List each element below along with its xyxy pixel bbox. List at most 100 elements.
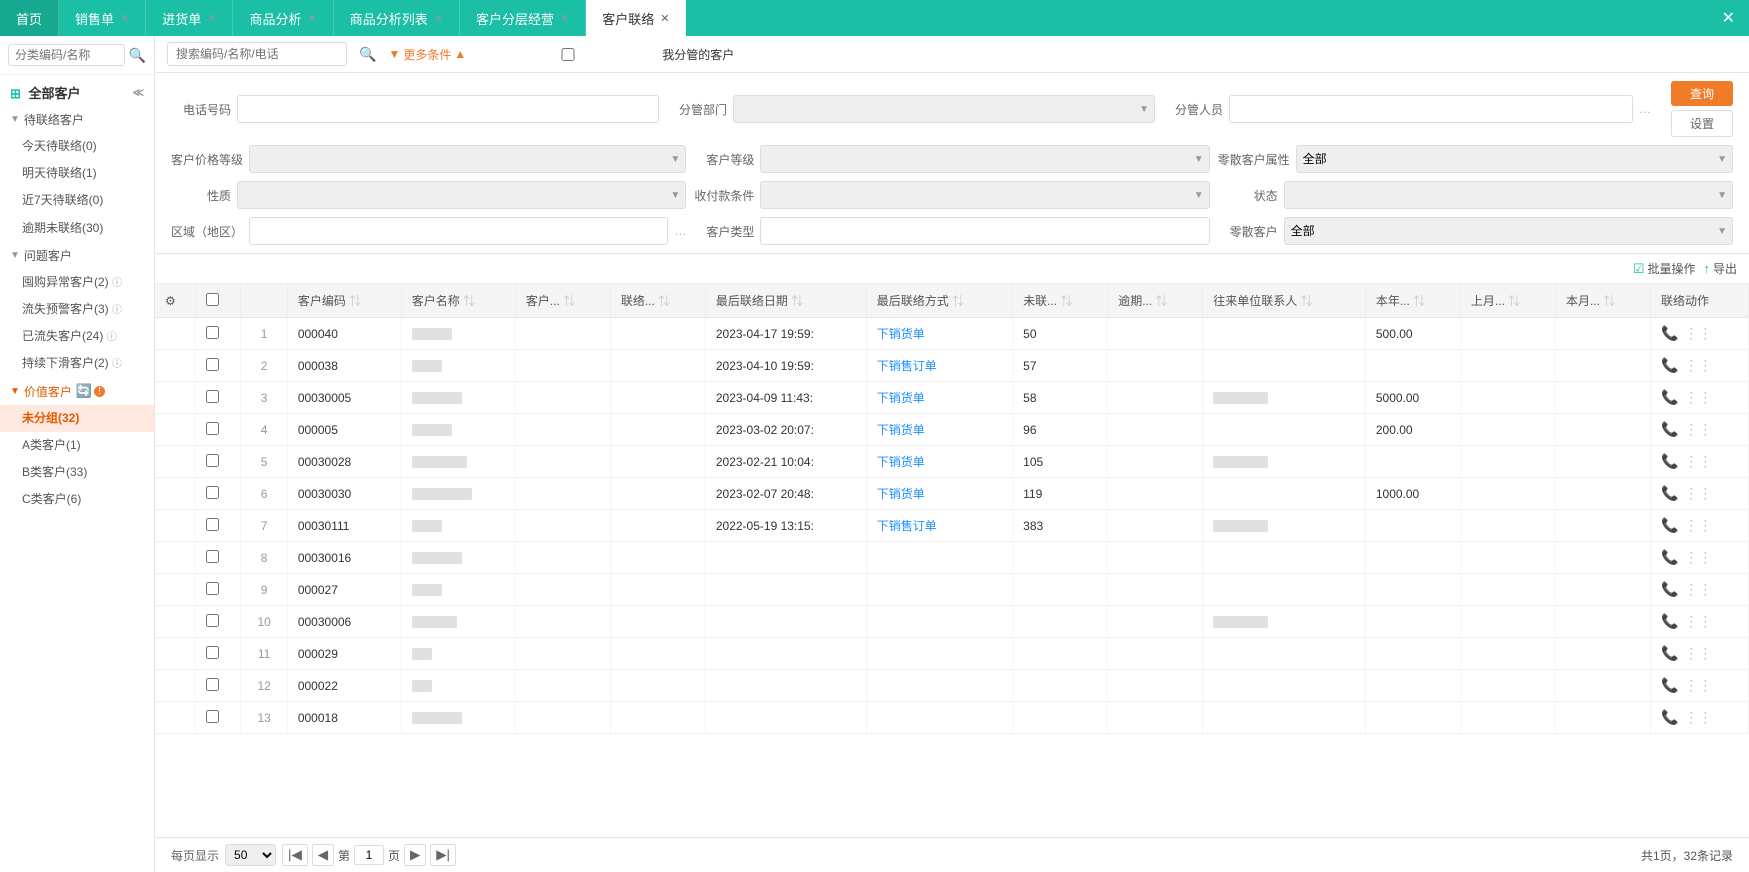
sidebar-group-pending[interactable]: ▼ 待联络客户: [0, 106, 154, 133]
close-customer-contact-icon[interactable]: ✕: [660, 12, 669, 25]
phone-icon[interactable]: 📞: [1661, 613, 1678, 630]
sidebar-item-hoard-abnormal[interactable]: 囤购异常客户(2) ⓘ: [0, 269, 154, 296]
row-checkbox[interactable]: [206, 358, 219, 371]
phone-icon[interactable]: 📞: [1661, 421, 1678, 438]
cell-last-contact-method[interactable]: 下销货单: [866, 318, 1012, 350]
row-checkbox[interactable]: [206, 390, 219, 403]
th-contact[interactable]: 联络... ⇅: [610, 284, 705, 318]
row-checkbox[interactable]: [206, 422, 219, 435]
filter-status-select[interactable]: [1284, 181, 1733, 209]
tab-home[interactable]: 首页: [0, 0, 59, 36]
filter-dept-select[interactable]: [733, 95, 1155, 123]
phone-icon[interactable]: 📞: [1661, 709, 1678, 726]
sidebar-item-churned[interactable]: 已流失客户(24) ⓘ: [0, 323, 154, 350]
tab-product-analysis[interactable]: 商品分析 ✕: [233, 0, 333, 36]
sidebar-item-tomorrow[interactable]: 明天待联络(1): [0, 160, 154, 187]
phone-icon[interactable]: 📞: [1661, 325, 1678, 342]
cell-last-contact-method[interactable]: 下销售订单: [866, 510, 1012, 542]
prev-page-btn[interactable]: ◀: [312, 844, 334, 866]
more-actions-icon[interactable]: ⋮⋮: [1684, 549, 1712, 566]
th-no-contact[interactable]: 未联... ⇅: [1013, 284, 1108, 318]
th-this-year[interactable]: 本年... ⇅: [1365, 284, 1460, 318]
sidebar-item-declining[interactable]: 持续下滑客户(2) ⓘ: [0, 350, 154, 377]
row-checkbox[interactable]: [206, 678, 219, 691]
batch-op-btn[interactable]: ☑ 批量操作: [1633, 260, 1696, 277]
sidebar-group-problem[interactable]: ▼ 问题客户: [0, 242, 154, 269]
row-checkbox[interactable]: [206, 326, 219, 339]
select-all-checkbox[interactable]: [206, 293, 219, 306]
all-customers-title[interactable]: ⊞ 全部客户 ≪: [0, 75, 154, 106]
filter-customer-type-input[interactable]: [760, 217, 1209, 245]
more-actions-icon[interactable]: ⋮⋮: [1684, 517, 1712, 534]
sidebar-group-value[interactable]: ▼ 价值客户 🔄 !: [0, 378, 154, 405]
tab-purchase[interactable]: 进货单 ✕: [146, 0, 233, 36]
tab-product-analysis-list[interactable]: 商品分析列表 ✕: [334, 0, 460, 36]
row-checkbox[interactable]: [206, 582, 219, 595]
phone-icon[interactable]: 📞: [1661, 677, 1678, 694]
more-actions-icon[interactable]: ⋮⋮: [1684, 325, 1712, 342]
close-purchase-icon[interactable]: ✕: [207, 12, 216, 25]
filter-nature-select[interactable]: [237, 181, 686, 209]
query-button[interactable]: 查询: [1671, 81, 1733, 106]
th-type[interactable]: 客户... ⇅: [515, 284, 610, 318]
th-name[interactable]: 客户名称 ⇅: [401, 284, 515, 318]
more-actions-icon[interactable]: ⋮⋮: [1684, 677, 1712, 694]
filter-retail-attr-select[interactable]: 全部: [1296, 145, 1733, 173]
more-icon[interactable]: …: [1639, 102, 1651, 116]
refresh-icon[interactable]: 🔄: [76, 383, 92, 399]
th-overdue[interactable]: 逾期... ⇅: [1108, 284, 1203, 318]
more-actions-icon[interactable]: ⋮⋮: [1684, 485, 1712, 502]
search-input[interactable]: [167, 42, 347, 66]
collapse-icon[interactable]: ≪: [132, 86, 144, 99]
first-page-btn[interactable]: |◀: [282, 844, 308, 866]
row-checkbox[interactable]: [206, 518, 219, 531]
phone-icon[interactable]: 📞: [1661, 645, 1678, 662]
per-page-select[interactable]: 50 100 200: [225, 844, 276, 866]
cell-last-contact-method[interactable]: 下销货单: [866, 446, 1012, 478]
cell-last-contact-method[interactable]: [866, 702, 1012, 734]
th-last-contact-date[interactable]: 最后联络日期 ⇅: [705, 284, 866, 318]
cell-last-contact-method[interactable]: 下销售订单: [866, 350, 1012, 382]
row-checkbox[interactable]: [206, 646, 219, 659]
cell-last-contact-method[interactable]: 下销货单: [866, 382, 1012, 414]
tab-customer-segment[interactable]: 客户分层经营 ✕: [460, 0, 586, 36]
filter-phone-input[interactable]: [237, 95, 659, 123]
th-settings[interactable]: ⚙: [155, 284, 195, 318]
sidebar-item-unclassified[interactable]: 未分组(32): [0, 405, 154, 432]
filter-person-input[interactable]: [1229, 95, 1633, 123]
filter-search-icon[interactable]: 🔍: [359, 46, 376, 63]
filter-customer-grade-select[interactable]: [760, 145, 1209, 173]
phone-icon[interactable]: 📞: [1661, 549, 1678, 566]
more-actions-icon[interactable]: ⋮⋮: [1684, 453, 1712, 470]
my-customers-checkbox[interactable]: [478, 48, 658, 61]
phone-icon[interactable]: 📞: [1661, 485, 1678, 502]
tab-sales[interactable]: 销售单 ✕: [59, 0, 146, 36]
close-sales-icon[interactable]: ✕: [120, 12, 129, 25]
cell-last-contact-method[interactable]: [866, 638, 1012, 670]
row-checkbox[interactable]: [206, 614, 219, 627]
row-checkbox[interactable]: [206, 486, 219, 499]
filter-retail-customer-select[interactable]: 全部: [1284, 217, 1733, 245]
more-conditions-btn[interactable]: ▼ 更多条件 ▲: [388, 46, 466, 63]
sidebar-item-churn-warning[interactable]: 流失预警客户(3) ⓘ: [0, 296, 154, 323]
cell-last-contact-method[interactable]: [866, 542, 1012, 574]
th-this-month[interactable]: 本月... ⇅: [1555, 284, 1650, 318]
close-product-analysis-list-icon[interactable]: ✕: [434, 12, 443, 25]
sidebar-search-icon[interactable]: 🔍: [129, 47, 146, 64]
sidebar-item-class-c[interactable]: C类客户(6): [0, 486, 154, 513]
more-icon-2[interactable]: …: [674, 224, 686, 238]
filter-region-input[interactable]: [249, 217, 668, 245]
more-actions-icon[interactable]: ⋮⋮: [1684, 709, 1712, 726]
next-page-btn[interactable]: ▶: [404, 844, 426, 866]
th-code[interactable]: 客户编码 ⇅: [287, 284, 401, 318]
cell-last-contact-method[interactable]: 下销货单: [866, 414, 1012, 446]
reset-button[interactable]: 设置: [1671, 110, 1733, 137]
sidebar-item-class-b[interactable]: B类客户(33): [0, 459, 154, 486]
more-actions-icon[interactable]: ⋮⋮: [1684, 421, 1712, 438]
more-actions-icon[interactable]: ⋮⋮: [1684, 613, 1712, 630]
th-contact-person[interactable]: 往来单位联系人 ⇅: [1203, 284, 1366, 318]
cell-last-contact-method[interactable]: 下销货单: [866, 478, 1012, 510]
cell-last-contact-method[interactable]: [866, 670, 1012, 702]
close-customer-segment-icon[interactable]: ✕: [560, 12, 569, 25]
sidebar-search-input[interactable]: [8, 44, 125, 66]
